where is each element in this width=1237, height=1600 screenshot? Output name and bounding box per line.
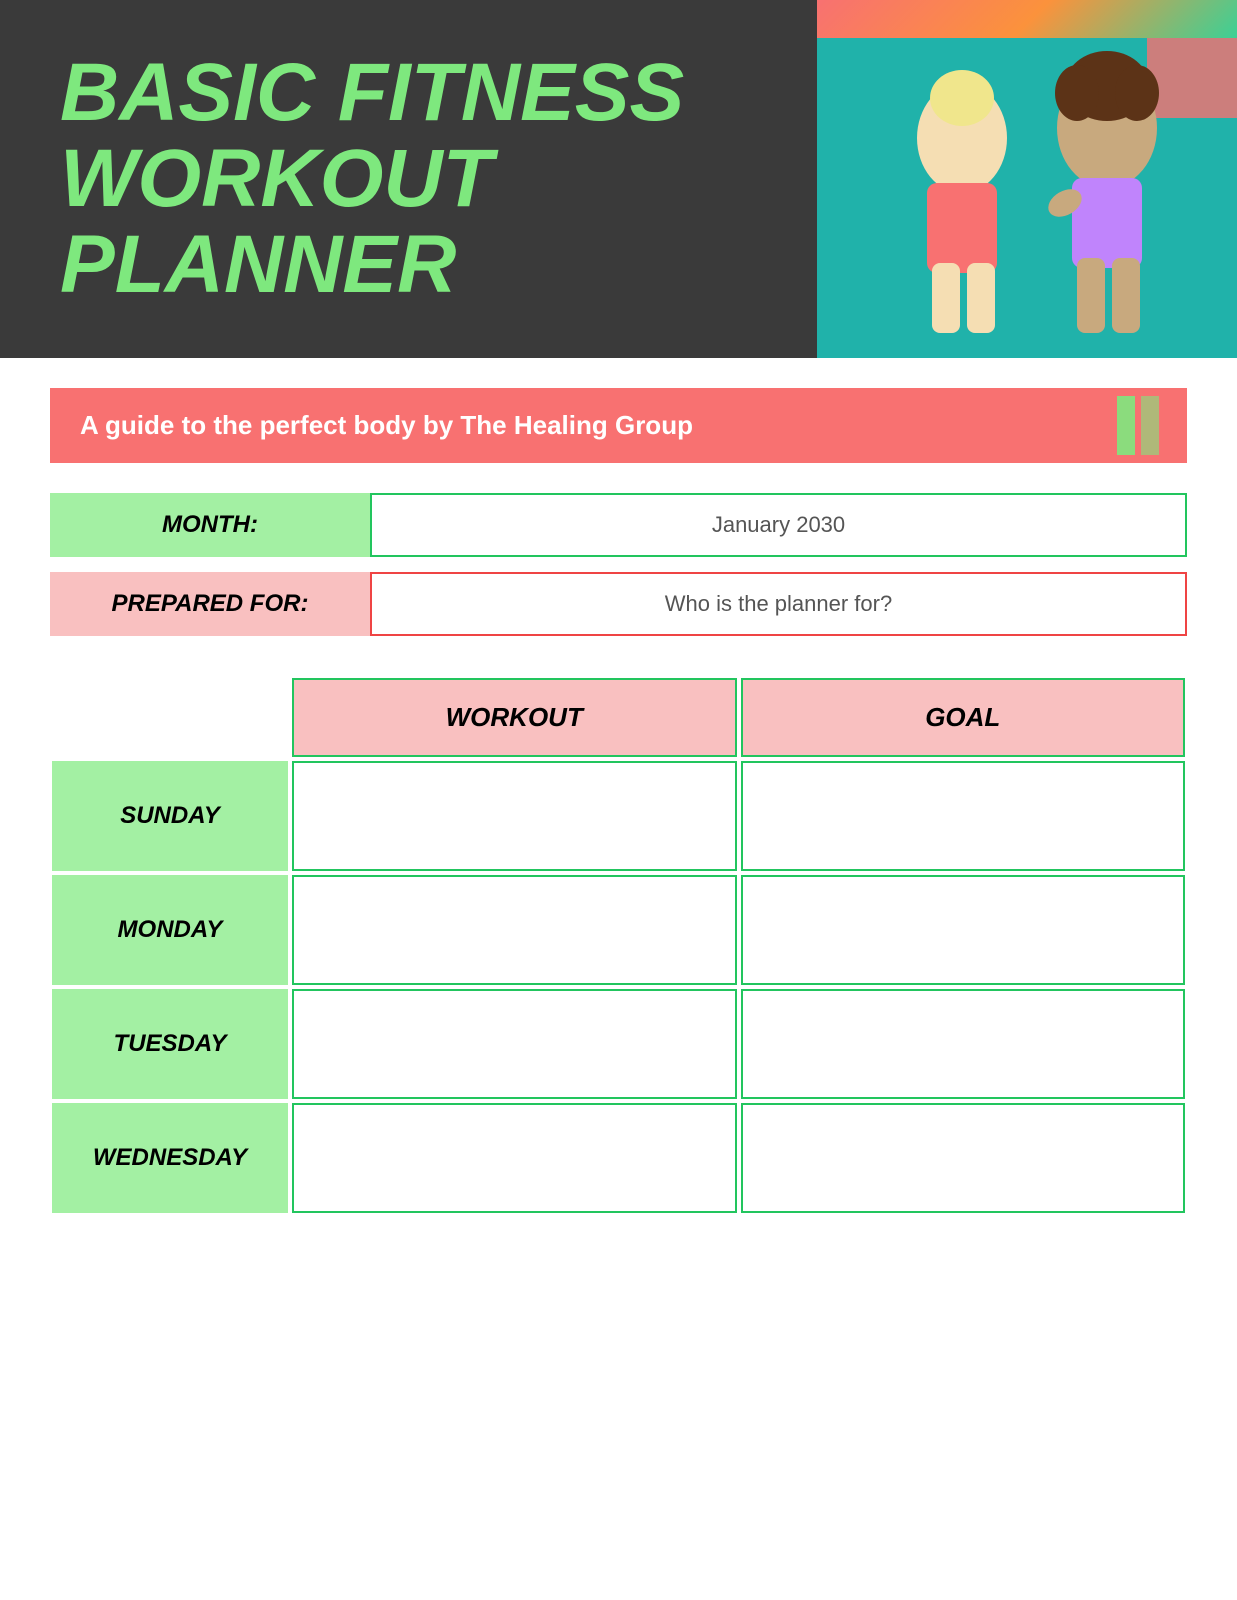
subtitle-text: A guide to the perfect body by The Heali…	[80, 410, 693, 441]
tuesday-label: TUESDAY	[52, 989, 288, 1099]
monday-label: MONDAY	[52, 875, 288, 985]
monday-goal-cell[interactable]	[741, 875, 1186, 985]
banner-accent	[1107, 388, 1187, 463]
month-label: MONTH:	[50, 493, 370, 557]
info-section: MONTH: January 2030 PREPARED FOR: Who is…	[50, 493, 1187, 636]
workout-table-section: WORKOUT GOAL SUNDAY MONDAY TUESDAY WEDNE…	[50, 676, 1187, 1215]
prepared-value[interactable]: Who is the planner for?	[370, 572, 1187, 636]
accent-bar-2	[1141, 396, 1159, 455]
tuesday-goal-cell[interactable]	[741, 989, 1186, 1099]
prepared-row: PREPARED FOR: Who is the planner for?	[50, 572, 1187, 636]
header-photo	[817, 0, 1237, 358]
header-figures-svg	[817, 38, 1237, 358]
title-line2: WORKOUT	[60, 133, 493, 224]
wednesday-goal-cell[interactable]	[741, 1103, 1186, 1213]
table-header-empty	[50, 676, 290, 759]
header-title: BASIC FITNESS WORKOUT PLANNER	[60, 50, 684, 308]
month-value[interactable]: January 2030	[370, 493, 1187, 557]
header-text-area: BASIC FITNESS WORKOUT PLANNER	[0, 0, 817, 358]
prepared-label: PREPARED FOR:	[50, 572, 370, 636]
subtitle-banner: A guide to the perfect body by The Heali…	[50, 388, 1187, 463]
accent-bar-1	[1117, 396, 1135, 455]
wednesday-label: WEDNESDAY	[52, 1103, 288, 1213]
sunday-workout-cell[interactable]	[292, 761, 737, 871]
tuesday-workout-cell[interactable]	[292, 989, 737, 1099]
workout-col-header: WORKOUT	[292, 678, 737, 757]
title-line3: PLANNER	[60, 219, 456, 310]
month-row: MONTH: January 2030	[50, 493, 1187, 557]
header-section: BASIC FITNESS WORKOUT PLANNER	[0, 0, 1237, 358]
title-line1: BASIC FITNESS	[60, 47, 684, 138]
goal-col-header: GOAL	[741, 678, 1186, 757]
sunday-goal-cell[interactable]	[741, 761, 1186, 871]
monday-workout-cell[interactable]	[292, 875, 737, 985]
header-image	[817, 0, 1237, 358]
wednesday-workout-cell[interactable]	[292, 1103, 737, 1213]
workout-table: WORKOUT GOAL SUNDAY MONDAY TUESDAY WEDNE…	[50, 676, 1187, 1215]
sunday-label: SUNDAY	[52, 761, 288, 871]
